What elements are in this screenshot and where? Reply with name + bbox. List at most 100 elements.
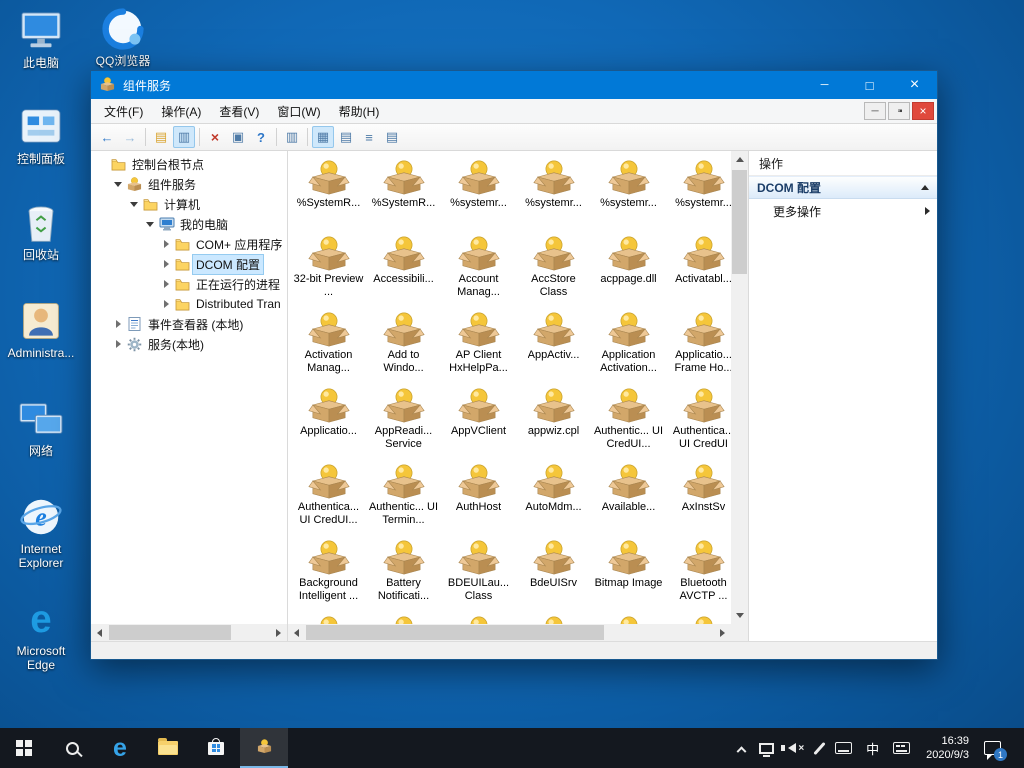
taskbar-store-button[interactable] [192, 728, 240, 768]
menu-item-2[interactable]: 查看(V) [210, 99, 268, 124]
dcom-item-partial[interactable] [366, 612, 441, 624]
chevron-right-icon[interactable] [159, 240, 173, 248]
toolbar-window-list-button[interactable]: ▥ [281, 126, 303, 148]
chevron-down-icon[interactable] [127, 202, 141, 207]
tray-touch-keyboard-button[interactable] [886, 728, 917, 768]
taskbar-edge-button[interactable]: e [96, 728, 144, 768]
toolbar-export-button[interactable]: ▤ [150, 126, 172, 148]
toolbar-back-button[interactable]: ← [96, 126, 118, 148]
desktop-icon-network[interactable]: 网络 [4, 396, 78, 458]
dcom-item-partial[interactable] [441, 612, 516, 624]
tree-item[interactable]: 我的电脑 [91, 214, 287, 234]
dcom-item[interactable]: %systemr... [441, 156, 516, 232]
dcom-item[interactable]: %SystemR... [366, 156, 441, 232]
dcom-item[interactable]: BDEUILau... Class [441, 536, 516, 612]
tree-item[interactable]: 服务(本地) [91, 334, 287, 354]
dcom-item[interactable]: %systemr... [591, 156, 666, 232]
tree-item[interactable]: DCOM 配置 [91, 254, 287, 274]
dcom-item[interactable]: 32-bit Preview ... [291, 232, 366, 308]
dcom-item[interactable]: AccStore Class [516, 232, 591, 308]
tray-ime-button[interactable]: 中 [859, 728, 886, 768]
desktop-icon-this-pc[interactable]: 此电脑 [4, 8, 78, 70]
toolbar-large-icons-button[interactable]: ▦ [312, 126, 334, 148]
tree-horizontal-scrollbar[interactable] [91, 624, 287, 641]
tray-keyboard-button[interactable] [828, 728, 859, 768]
dcom-item[interactable]: Add to Windo... [366, 308, 441, 384]
desktop-icon-recycle-bin[interactable]: 回收站 [4, 200, 78, 262]
scroll-up-icon[interactable] [731, 151, 748, 168]
desktop-icon-qq-browser[interactable]: QQ浏览器 [86, 6, 160, 68]
dcom-item-partial[interactable] [516, 612, 591, 624]
taskbar-search-button[interactable] [48, 728, 96, 768]
dcom-item[interactable]: appwiz.cpl [516, 384, 591, 460]
chevron-right-icon[interactable] [111, 340, 125, 348]
dcom-item[interactable]: AP Client HxHelpPa... [441, 308, 516, 384]
tray-volume-muted-button[interactable]: × [781, 728, 811, 768]
minimize-button[interactable] [802, 71, 847, 99]
child-restore-button[interactable] [888, 102, 910, 120]
tray-pen-button[interactable] [811, 728, 828, 768]
child-close-button[interactable] [912, 102, 934, 120]
dcom-item[interactable]: Application Activation... [591, 308, 666, 384]
toolbar-console-tree-button[interactable]: ▥ [173, 126, 195, 148]
tree-item[interactable]: 计算机 [91, 194, 287, 214]
toolbar-delete-button[interactable]: × [204, 126, 226, 148]
tree-item[interactable]: 正在运行的进程 [91, 274, 287, 294]
list-horizontal-scrollbar[interactable] [288, 624, 731, 641]
dcom-item[interactable]: Background Intelligent ... [291, 536, 366, 612]
dcom-item[interactable]: BdeUISrv [516, 536, 591, 612]
dcom-item[interactable]: AppReadi... Service [366, 384, 441, 460]
toolbar-properties-button[interactable]: ▣ [227, 126, 249, 148]
more-actions-item[interactable]: 更多操作 [749, 199, 937, 223]
tree-item[interactable]: Distributed Tran [91, 294, 287, 314]
dcom-item-partial[interactable] [666, 612, 731, 624]
chevron-down-icon[interactable] [111, 182, 125, 187]
dcom-item[interactable]: Authentic... UI CredUI... [591, 384, 666, 460]
dcom-item[interactable]: Activatabl... [666, 232, 731, 308]
dcom-item[interactable]: Applicatio... Frame Ho... [666, 308, 731, 384]
dcom-item[interactable]: AutoMdm... [516, 460, 591, 536]
desktop-icon-control-panel[interactable]: 控制面板 [4, 104, 78, 166]
dcom-item-partial[interactable] [291, 612, 366, 624]
scroll-right-icon[interactable] [714, 624, 731, 641]
dcom-item[interactable]: AuthHost [441, 460, 516, 536]
tray-network-button[interactable] [752, 728, 781, 768]
toolbar-help-button[interactable]: ? [250, 126, 272, 148]
toolbar-list-view-button[interactable]: ≡ [358, 126, 380, 148]
action-center-button[interactable]: 1 [978, 728, 1013, 768]
chevron-right-icon[interactable] [159, 260, 173, 268]
tree-item[interactable]: COM+ 应用程序 [91, 234, 287, 254]
toolbar-forward-button[interactable]: → [119, 126, 141, 148]
chevron-right-icon[interactable] [159, 280, 173, 288]
tray-hidden-icons-button[interactable] [731, 728, 752, 768]
taskbar-clock[interactable]: 16:39 2020/9/3 [917, 734, 978, 762]
scroll-right-icon[interactable] [270, 624, 287, 641]
dcom-item[interactable]: Activation Manag... [291, 308, 366, 384]
dcom-item[interactable]: %systemr... [516, 156, 591, 232]
dcom-item[interactable]: Authentic... UI Termin... [366, 460, 441, 536]
toolbar-details-view-button[interactable]: ▤ [381, 126, 403, 148]
menu-item-3[interactable]: 窗口(W) [268, 99, 329, 124]
menu-item-4[interactable]: 帮助(H) [330, 99, 389, 124]
dcom-item[interactable]: %SystemR... [291, 156, 366, 232]
dcom-item[interactable]: Authentica... UI CredUI [666, 384, 731, 460]
menu-item-1[interactable]: 操作(A) [152, 99, 210, 124]
dcom-item[interactable]: AppVClient [441, 384, 516, 460]
actions-group-header[interactable]: DCOM 配置 [749, 176, 937, 199]
desktop-icon-microsoft-edge[interactable]: eMicrosoft Edge [4, 596, 78, 672]
dcom-item[interactable]: Battery Notificati... [366, 536, 441, 612]
taskbar-explorer-button[interactable] [144, 728, 192, 768]
dcom-item[interactable]: Applicatio... [291, 384, 366, 460]
tree-item[interactable]: 控制台根节点 [91, 154, 287, 174]
scroll-left-icon[interactable] [288, 624, 305, 641]
window-titlebar[interactable]: 组件服务 [91, 71, 937, 99]
list-vertical-scrollbar[interactable] [731, 151, 748, 624]
desktop-icon-administrator[interactable]: Administra... [4, 298, 78, 360]
dcom-item[interactable]: Authentica... UI CredUI... [291, 460, 366, 536]
dcom-item[interactable]: Accessibili... [366, 232, 441, 308]
maximize-button[interactable] [847, 71, 892, 99]
toolbar-small-icons-button[interactable]: ▤ [335, 126, 357, 148]
dcom-item-partial[interactable] [591, 612, 666, 624]
scroll-thumb[interactable] [732, 170, 747, 274]
dcom-item[interactable]: Bitmap Image [591, 536, 666, 612]
